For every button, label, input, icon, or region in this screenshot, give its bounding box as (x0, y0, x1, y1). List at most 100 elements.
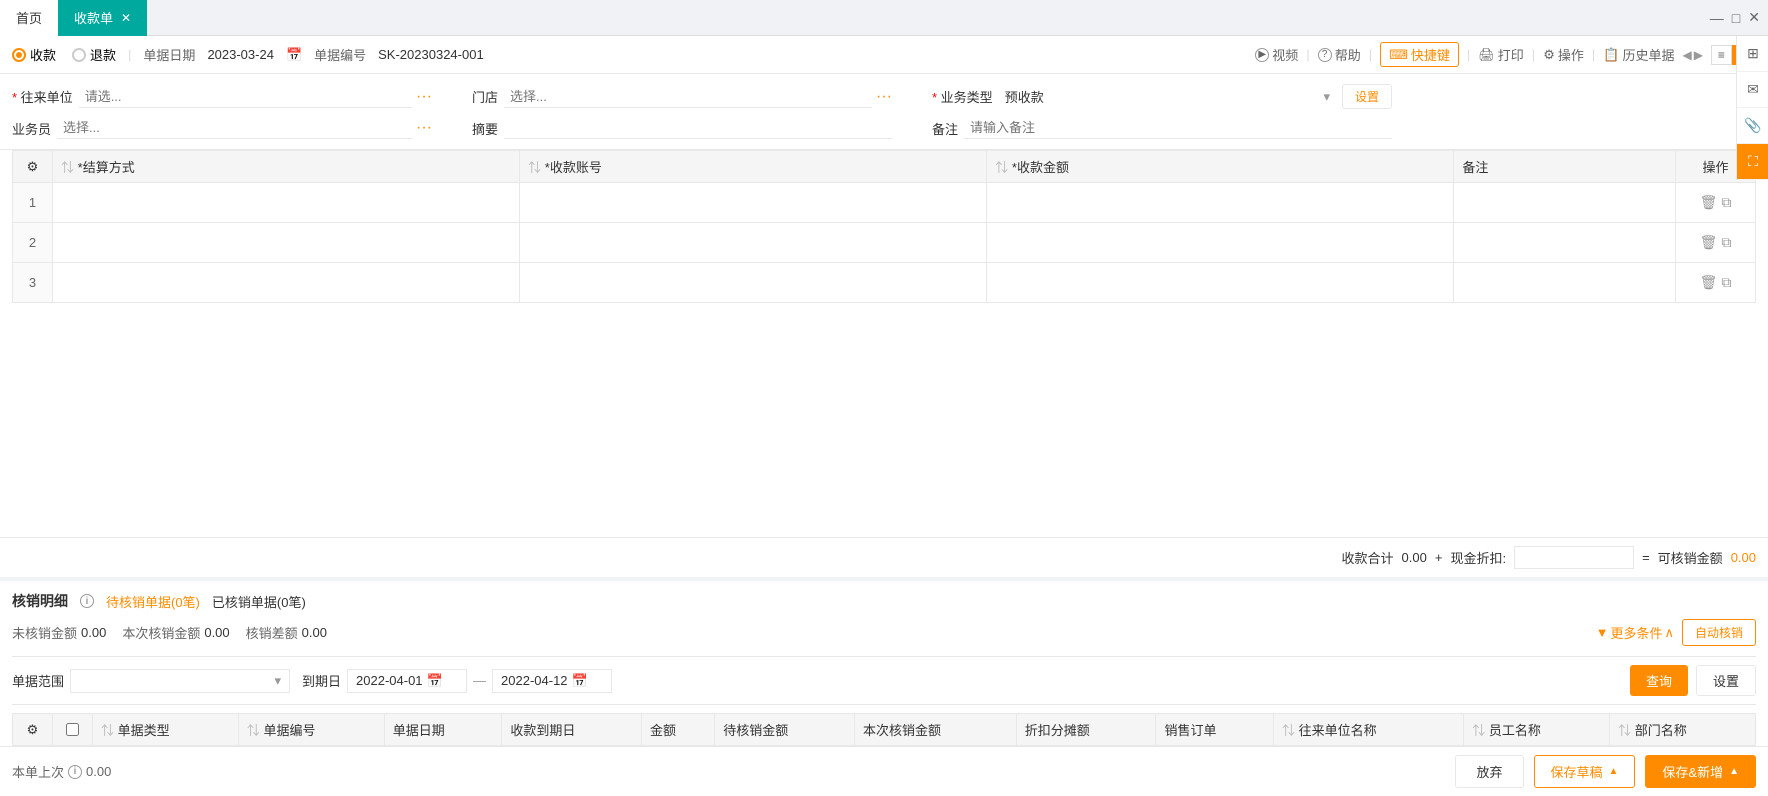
print-btn[interactable]: 🖨 打印 (1478, 45, 1524, 64)
sidebar-table-icon[interactable]: ⊞ (1737, 36, 1768, 72)
cell-account-1[interactable] (520, 183, 987, 223)
filter-icon: ▼ (1596, 625, 1609, 640)
cell-amount-1[interactable] (987, 183, 1454, 223)
date-from-picker[interactable]: 2022-04-01 📅 (347, 669, 467, 693)
cell-settle-1[interactable] (53, 183, 520, 223)
calendar-icon[interactable]: 📅 (286, 47, 302, 63)
query-btn[interactable]: 查询 (1630, 665, 1688, 696)
maximize-icon[interactable]: □ (1732, 10, 1740, 26)
partner-field: 往来单位 ··· (12, 86, 432, 108)
history-btn[interactable]: 📋 历史单据 (1603, 45, 1674, 64)
sort-icon-amount[interactable]: ⇅ (995, 160, 1008, 175)
sort-partner-icon[interactable]: ⇅ (1282, 723, 1295, 738)
tab-bar: 首页 收款单 ✕ — □ ✕ (0, 0, 1768, 36)
remark-input[interactable] (964, 117, 1392, 139)
tab-home[interactable]: 首页 (0, 0, 58, 36)
cell-settle-2[interactable] (53, 223, 520, 263)
abandon-btn[interactable]: 放弃 (1455, 755, 1523, 788)
date-to-picker[interactable]: 2022-04-12 📅 (492, 669, 612, 693)
row-num-2: 2 (13, 223, 53, 263)
employee-more-icon[interactable]: ··· (416, 119, 432, 137)
discount-input[interactable] (1514, 546, 1634, 569)
cell-remark-1[interactable] (1454, 183, 1676, 223)
writeoff-info-icon[interactable]: i (80, 594, 94, 608)
sort-dept-icon[interactable]: ⇅ (1618, 723, 1631, 738)
sidebar-expand-icon[interactable]: ⛶ (1737, 144, 1768, 180)
sort-employee-icon[interactable]: ⇅ (1472, 723, 1485, 738)
help-btn[interactable]: ? 帮助 (1318, 45, 1361, 64)
cell-account-2[interactable] (520, 223, 987, 263)
cell-remark-2[interactable] (1454, 223, 1676, 263)
range-select[interactable]: ▾ (70, 669, 290, 693)
bottom-gear-header[interactable]: ⚙ (13, 714, 53, 746)
toolbar-right: ▶ 视频 | ? 帮助 | ⌨ 快捷键 | 🖨 打印 | ⚙ 操作 (1255, 42, 1756, 67)
delete-row-3-icon[interactable]: 🗑 (1700, 274, 1718, 291)
employee-input[interactable] (57, 117, 412, 139)
employee-label: 业务员 (12, 119, 51, 138)
cell-ops-1: 🗑 ⧉ (1676, 183, 1756, 223)
partner-more-icon[interactable]: ··· (416, 88, 432, 106)
sort-icon-account[interactable]: ⇅ (528, 160, 541, 175)
pending-tab[interactable]: 待核销单据(0笔) (106, 592, 200, 611)
bottom-checkbox-header (53, 714, 93, 746)
done-tab[interactable]: 已核销单据(0笔) (212, 592, 306, 611)
save-draft-btn[interactable]: 保存草稿 ▲ (1534, 755, 1636, 788)
video-icon: ▶ (1255, 48, 1269, 62)
cell-amount-2[interactable] (987, 223, 1454, 263)
sort-icon-settle[interactable]: ⇅ (61, 160, 74, 175)
summary-input[interactable] (504, 117, 892, 139)
stat-label: 本单上次 (12, 762, 64, 781)
copy-row-1-icon[interactable]: ⧉ (1721, 194, 1731, 211)
cell-amount-3[interactable] (987, 263, 1454, 303)
sidebar-mail-icon[interactable]: ✉ (1737, 72, 1768, 108)
filter-settings-btn[interactable]: 设置 (1696, 665, 1756, 696)
cell-remark-3[interactable] (1454, 263, 1676, 303)
select-all-checkbox[interactable] (66, 723, 79, 736)
col-remark: 备注 (1454, 151, 1676, 183)
biz-type-dropdown-icon[interactable]: ▾ (1323, 89, 1330, 105)
radio-refund-label: 退款 (90, 45, 116, 64)
col-date: 单据日期 (384, 714, 502, 746)
radio-refund[interactable]: 退款 (72, 45, 116, 64)
date-value: 2023-03-24 (207, 47, 274, 62)
minimize-icon[interactable]: — (1710, 10, 1724, 26)
close-icon[interactable]: ✕ (1748, 9, 1760, 26)
save-new-btn[interactable]: 保存&新增 ▲ (1645, 755, 1756, 788)
partner-input[interactable] (79, 86, 412, 108)
delete-row-1-icon[interactable]: 🗑 (1700, 194, 1718, 211)
bottom-buttons: 放弃 保存草稿 ▲ 保存&新增 ▲ (1455, 755, 1756, 788)
video-btn[interactable]: ▶ 视频 (1255, 45, 1298, 64)
list-view-btn[interactable]: ≡ (1711, 45, 1732, 65)
biz-type-field: 业务类型 预收款 ▾ 设置 (932, 84, 1392, 109)
shortcut-btn[interactable]: ⌨ 快捷键 (1380, 42, 1459, 67)
copy-row-2-icon[interactable]: ⧉ (1721, 234, 1731, 251)
nav-prev-icon[interactable]: ◀ (1682, 48, 1691, 62)
store-more-icon[interactable]: ··· (876, 88, 892, 106)
remark-label: 备注 (932, 119, 958, 138)
cell-settle-3[interactable] (53, 263, 520, 303)
settings-btn[interactable]: 设置 (1342, 84, 1392, 109)
remark-field: 备注 (932, 117, 1392, 139)
table-section: ⚙ ⇅ *结算方式 ⇅ *收款账号 ⇅ *收款金额 备注 (0, 150, 1768, 537)
verifiable-value: 0.00 (1731, 550, 1756, 565)
more-conditions-btn[interactable]: ▼ 更多条件 ∧ (1596, 623, 1674, 642)
store-input[interactable] (504, 86, 872, 108)
gear-header[interactable]: ⚙ (13, 151, 53, 183)
cell-account-3[interactable] (520, 263, 987, 303)
ops-btn[interactable]: ⚙ 操作 (1543, 45, 1584, 64)
writeoff-table: ⚙ ⇅ 单据类型 ⇅ 单据编号 单据日期 (12, 713, 1756, 746)
nav-next-icon[interactable]: ▶ (1694, 48, 1703, 62)
tab-receipt[interactable]: 收款单 ✕ (58, 0, 147, 36)
radio-receipt[interactable]: 收款 (12, 45, 56, 64)
sidebar-clip-icon[interactable]: 📎 (1737, 108, 1768, 144)
auto-writeoff-btn[interactable]: 自动核销 (1682, 619, 1756, 646)
number-label: 单据编号 (314, 45, 366, 64)
stat-info-icon[interactable]: i (68, 765, 82, 779)
copy-row-3-icon[interactable]: ⧉ (1721, 274, 1731, 291)
bottom-stat: 本单上次 i 0.00 (12, 762, 111, 781)
tab-close-icon[interactable]: ✕ (121, 11, 131, 25)
delete-row-2-icon[interactable]: 🗑 (1700, 234, 1718, 251)
sort-number-icon[interactable]: ⇅ (247, 723, 260, 738)
main-content: 收款 退款 | 单据日期 2023-03-24 📅 单据编号 SK-202303… (0, 36, 1768, 796)
sort-type-icon[interactable]: ⇅ (101, 723, 114, 738)
